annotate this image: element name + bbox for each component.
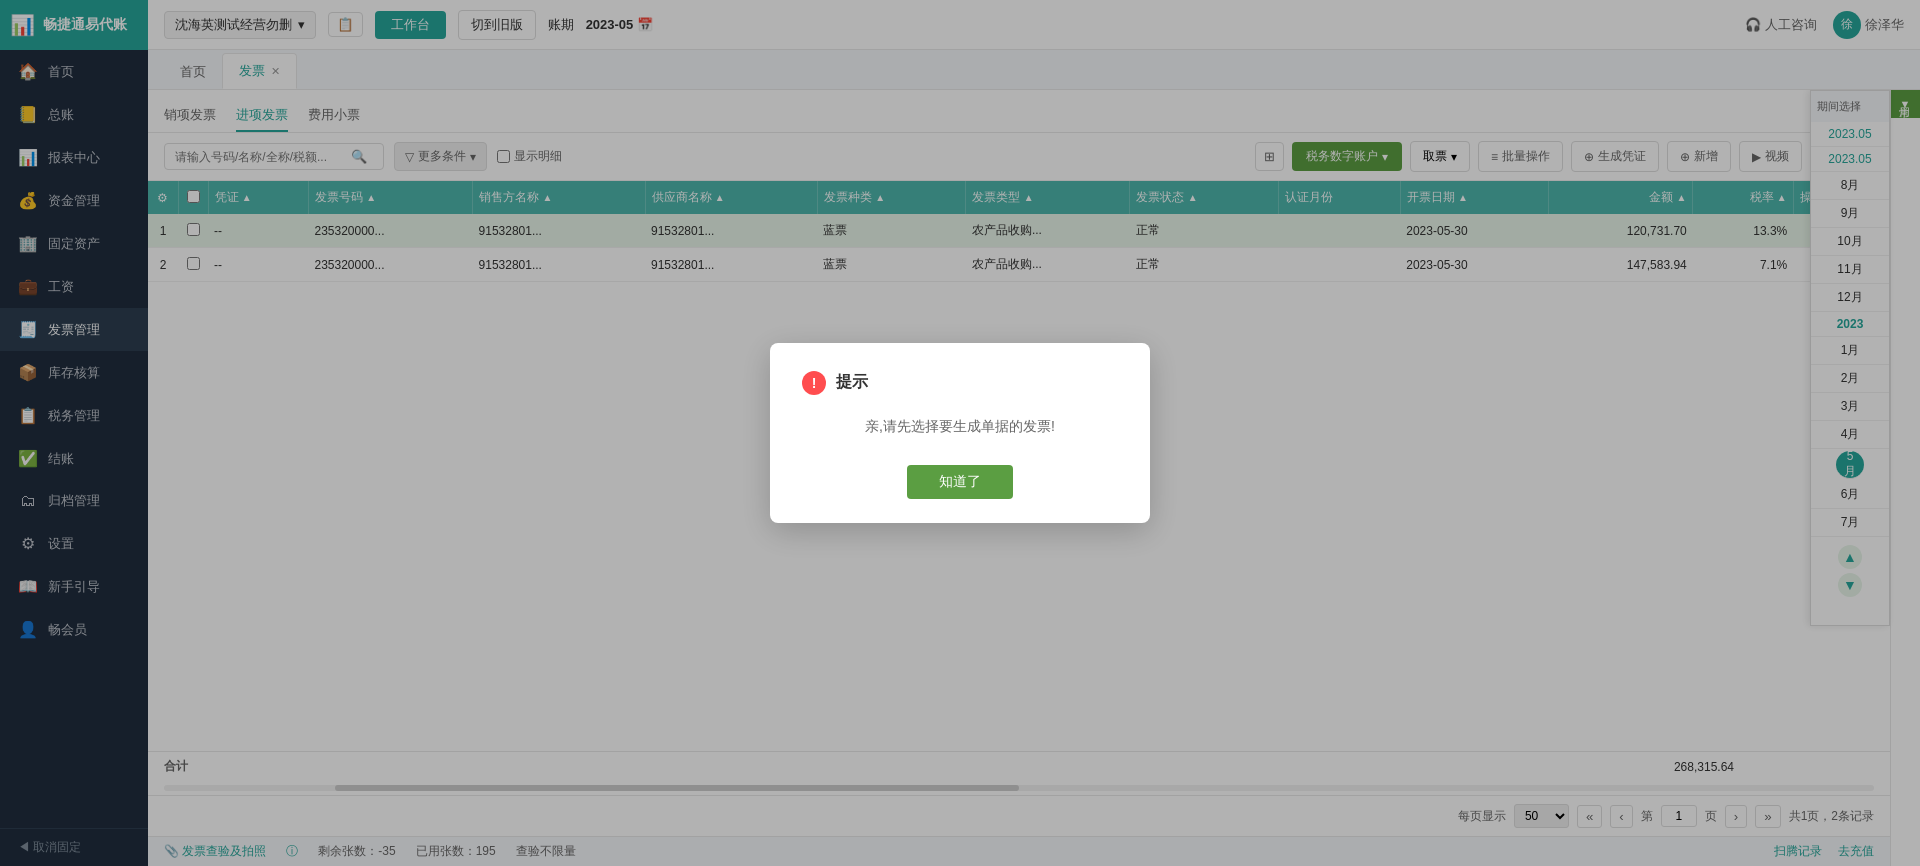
- dialog-footer: 知道了: [802, 465, 1118, 499]
- dialog-title: ! 提示: [802, 371, 1118, 395]
- dialog-message: 亲,请先选择要生成单据的发票!: [802, 415, 1118, 437]
- modal-overlay[interactable]: ! 提示 亲,请先选择要生成单据的发票! 知道了: [0, 0, 1920, 866]
- dialog-confirm-btn[interactable]: 知道了: [907, 465, 1013, 499]
- warning-icon: !: [802, 371, 826, 395]
- dialog: ! 提示 亲,请先选择要生成单据的发票! 知道了: [770, 343, 1150, 523]
